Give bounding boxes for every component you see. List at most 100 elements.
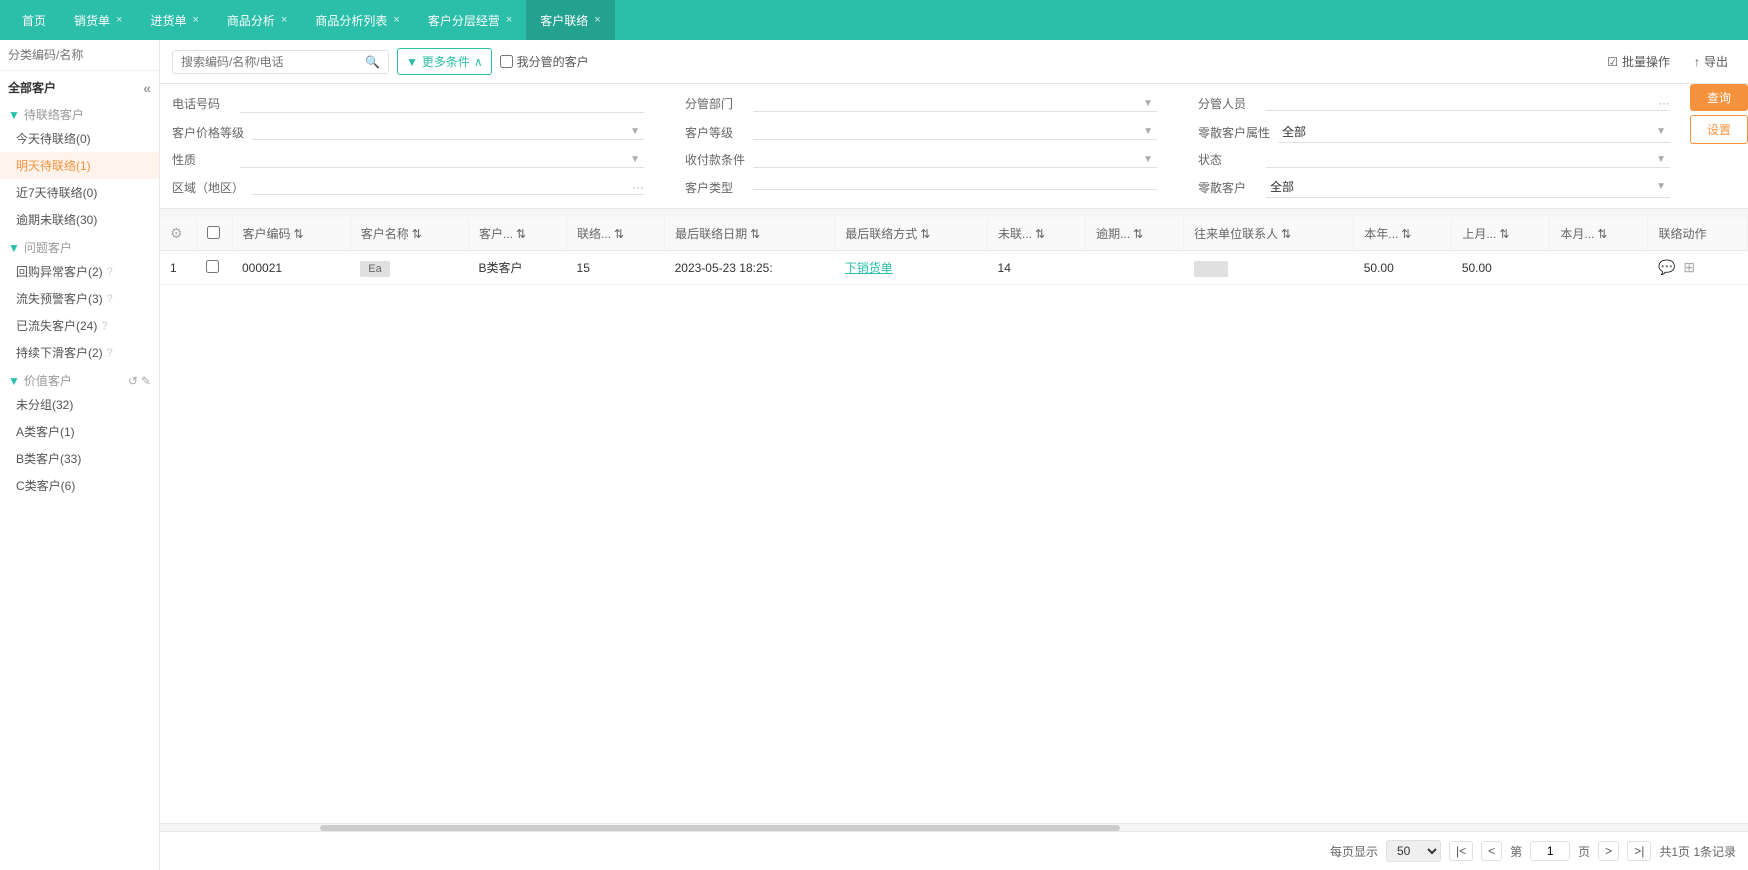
sidebar-lost-warning[interactable]: 流失预警客户(3) ?	[0, 285, 159, 312]
sort-icon-lmonth[interactable]: ⇅	[1499, 227, 1509, 241]
toolbar: 🔍 ▼ 更多条件 ∧ 我分管的客户 ☑ 批量操作 ↑ 导出	[160, 40, 1748, 84]
close-purchase-icon[interactable]: ×	[192, 14, 198, 26]
help-icon-0[interactable]: ?	[107, 266, 113, 278]
settings-icon[interactable]: ⚙	[170, 225, 183, 241]
sidebar-ungrouped[interactable]: 未分组(32)	[0, 391, 159, 418]
horizontal-scrollbar[interactable]	[160, 823, 1748, 831]
value-section-actions[interactable]: ↺ ✎	[128, 374, 151, 388]
main-search-box: 🔍	[172, 50, 389, 74]
sidebar-week-contact[interactable]: 近7天待联络(0)	[0, 179, 159, 206]
close-analysis-icon[interactable]: ×	[281, 14, 287, 26]
contact-icon[interactable]: 💬	[1658, 259, 1675, 276]
sidebar-repurchase-abnormal[interactable]: 回购异常客户(2) ?	[0, 258, 159, 285]
contact-method-link[interactable]: 下销货单	[845, 261, 893, 275]
page-number-input[interactable]	[1530, 841, 1570, 861]
next-page-button[interactable]: >	[1598, 841, 1619, 861]
sort-icon-year[interactable]: ⇅	[1401, 227, 1411, 241]
col-this-year: 本年...⇅	[1354, 217, 1452, 251]
nav-sales[interactable]: 销货单 ×	[60, 0, 136, 40]
nav-customer-contact[interactable]: 客户联络 ×	[526, 0, 614, 40]
last-page-button[interactable]: >|	[1627, 841, 1651, 861]
sidebar-tomorrow-contact[interactable]: 明天待联络(1)	[0, 152, 159, 179]
row-this-month	[1550, 251, 1648, 285]
sidebar-class-c[interactable]: C类客户(6)	[0, 472, 159, 499]
my-customers-checkbox-area[interactable]: 我分管的客户	[500, 53, 589, 70]
per-page-select[interactable]: 50 100	[1386, 840, 1441, 862]
close-customer-tier-icon[interactable]: ×	[506, 14, 512, 26]
sidebar: 🔍 全部客户 « ▼ 待联络客户 今天待联络(0) 明天待联络(1) 近7天待联…	[0, 40, 160, 870]
sidebar-all-customers[interactable]: 全部客户 «	[0, 71, 159, 100]
sort-icon-month[interactable]: ⇅	[1597, 227, 1607, 241]
help-icon-3[interactable]: ?	[107, 347, 113, 359]
phone-field: 电话号码	[172, 94, 644, 113]
col-settings[interactable]: ⚙	[160, 217, 196, 251]
main-search-icon[interactable]: 🔍	[365, 55, 380, 69]
sidebar-class-a[interactable]: A类客户(1)	[0, 418, 159, 445]
settings-button[interactable]: 设置	[1690, 115, 1748, 144]
nature-select[interactable]: ▼	[240, 152, 644, 168]
status-field: 状态 ▼	[1198, 151, 1670, 168]
export-button[interactable]: ↑ 导出	[1686, 49, 1736, 74]
sidebar-overdue-contact[interactable]: 逾期未联络(30)	[0, 206, 159, 233]
sort-icon-overdue[interactable]: ⇅	[1133, 227, 1143, 241]
sort-icon-unlocked[interactable]: ⇅	[1035, 227, 1045, 241]
sort-icon-name[interactable]: ⇅	[412, 227, 422, 241]
prev-page-button[interactable]: <	[1481, 841, 1502, 861]
customer-level-select[interactable]: ▼	[753, 124, 1157, 140]
close-analysis-list-icon[interactable]: ×	[393, 14, 399, 26]
refresh-icon[interactable]: ↺	[128, 374, 138, 388]
sidebar-lost-customers[interactable]: 已流失客户(24) ?	[0, 312, 159, 339]
dept-select[interactable]: ▼	[753, 96, 1157, 112]
manager-ellipsis[interactable]: ···	[1658, 96, 1670, 110]
row-last-contact-method[interactable]: 下销货单	[835, 251, 988, 285]
payment-select[interactable]: ▼	[753, 152, 1157, 168]
help-icon-1[interactable]: ?	[107, 293, 113, 305]
row-checkbox-cell[interactable]	[196, 251, 232, 285]
retail-attr-select[interactable]: 全部▼	[1278, 121, 1670, 143]
my-customers-checkbox[interactable]	[500, 55, 513, 68]
nav-customer-tier[interactable]: 客户分层经营 ×	[414, 0, 526, 40]
sidebar-search-input[interactable]	[8, 48, 160, 62]
col-customer-code: 客户编码⇅	[232, 217, 350, 251]
row-checkbox[interactable]	[206, 260, 219, 273]
nav-purchase[interactable]: 进货单 ×	[136, 0, 212, 40]
select-all-checkbox[interactable]	[207, 226, 220, 239]
sort-icon-contact[interactable]: ⇅	[614, 227, 624, 241]
edit-icon[interactable]: ✎	[141, 374, 151, 388]
main-search-input[interactable]	[181, 55, 361, 69]
sort-icon-person[interactable]: ⇅	[1281, 227, 1291, 241]
more-filter-button[interactable]: ▼ 更多条件 ∧	[397, 48, 492, 75]
col-contact-action: 联络动作	[1648, 217, 1748, 251]
close-customer-contact-icon[interactable]: ×	[594, 14, 600, 26]
scrollbar-thumb[interactable]	[320, 825, 1120, 831]
help-icon-2[interactable]: ?	[101, 320, 107, 332]
first-page-button[interactable]: |<	[1449, 841, 1473, 861]
col-contact-person: 往来单位联系人⇅	[1184, 217, 1354, 251]
price-level-select[interactable]: ▼	[252, 124, 644, 140]
nav-home[interactable]: 首页	[8, 0, 60, 40]
sort-icon-method[interactable]: ⇅	[920, 227, 930, 241]
status-select[interactable]: ▼	[1266, 152, 1670, 168]
nav-analysis[interactable]: 商品分析 ×	[213, 0, 301, 40]
phone-input[interactable]	[240, 94, 644, 113]
close-sales-icon[interactable]: ×	[116, 14, 122, 26]
toolbar-right: ☑ 批量操作 ↑ 导出	[1599, 49, 1736, 74]
sort-icon-type[interactable]: ⇅	[516, 227, 526, 241]
region-field: 区域（地区） ···	[172, 179, 644, 196]
sidebar-today-contact[interactable]: 今天待联络(0)	[0, 125, 159, 152]
customer-type-select[interactable]	[753, 185, 1157, 190]
retail-customer-select[interactable]: 全部▼	[1266, 176, 1670, 198]
sort-icon-date[interactable]: ⇅	[750, 227, 760, 241]
nav-analysis-list[interactable]: 商品分析列表 ×	[301, 0, 413, 40]
sort-icon[interactable]: ⇅	[294, 227, 304, 241]
col-this-month: 本月...⇅	[1550, 217, 1648, 251]
region-ellipsis[interactable]: ···	[632, 180, 644, 194]
col-checkbox[interactable]	[196, 217, 232, 251]
more-action-icon[interactable]: ⊞	[1683, 259, 1695, 276]
batch-operation-button[interactable]: ☑ 批量操作	[1599, 49, 1678, 74]
query-button[interactable]: 查询	[1690, 84, 1748, 111]
sidebar-declining-customers[interactable]: 持续下滑客户(2) ?	[0, 339, 159, 366]
col-last-contact-date: 最后联络日期⇅	[665, 217, 835, 251]
sidebar-class-b[interactable]: B类客户(33)	[0, 445, 159, 472]
sidebar-collapse-icon[interactable]: «	[143, 80, 151, 96]
